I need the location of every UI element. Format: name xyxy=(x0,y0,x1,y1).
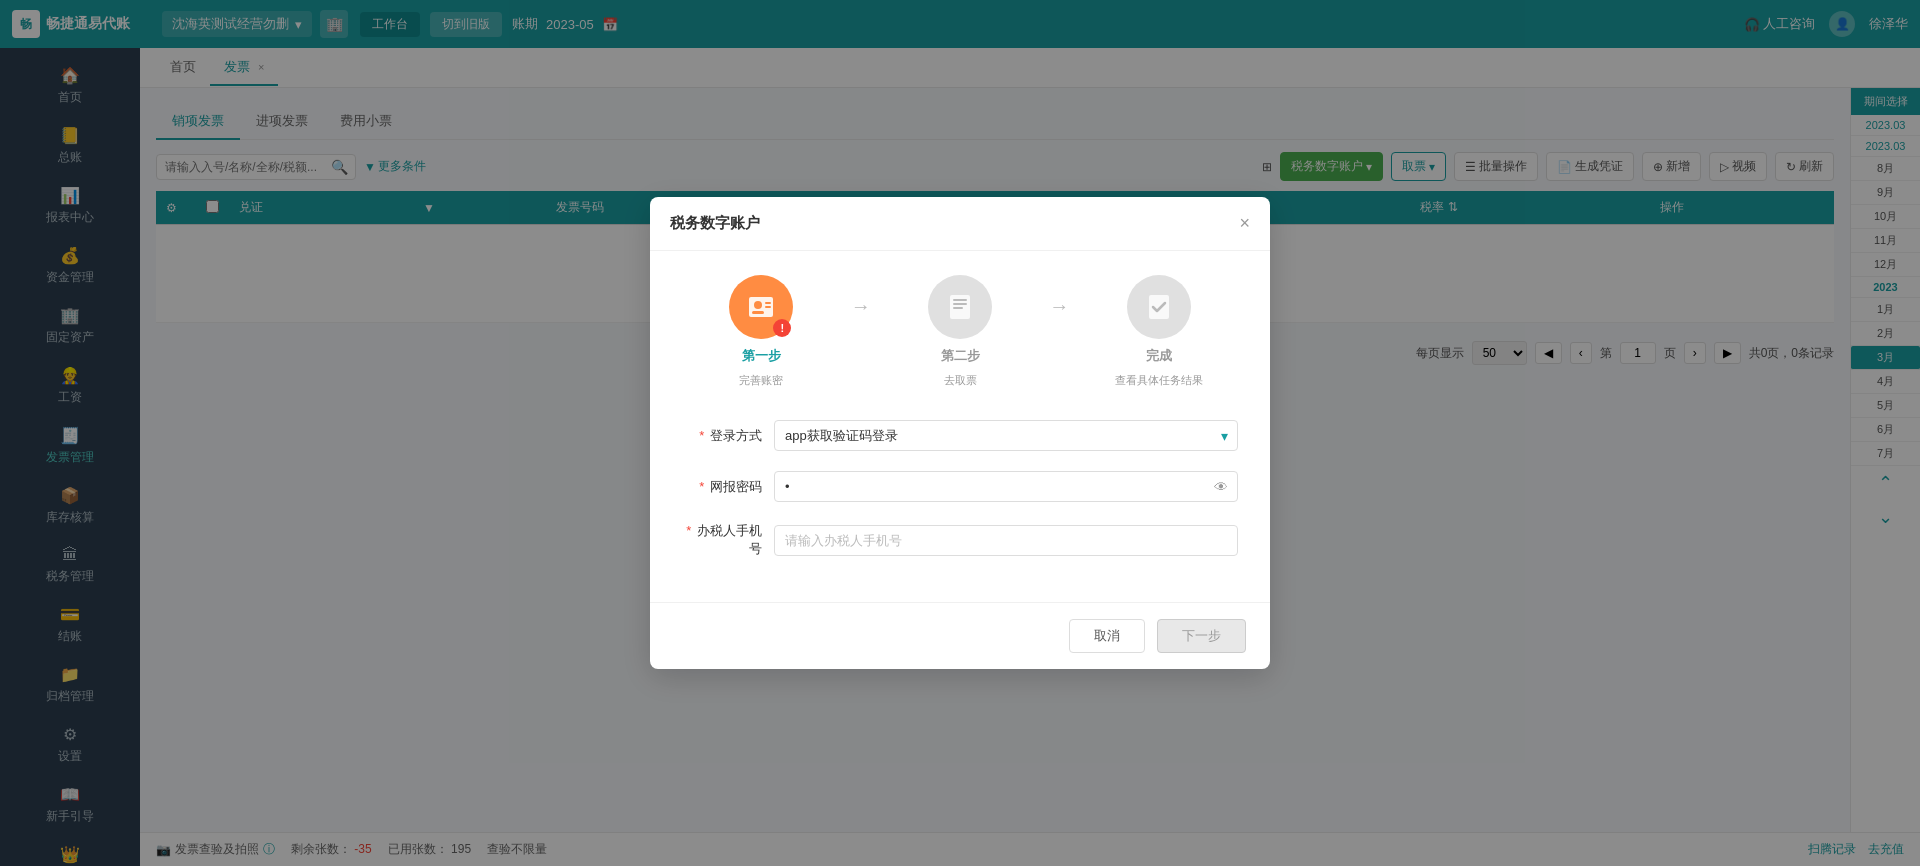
modal-footer: 取消 下一步 xyxy=(650,602,1270,669)
svg-rect-6 xyxy=(953,299,967,301)
step-3-svg xyxy=(1141,289,1177,325)
password-row: * 网报密码 👁 xyxy=(682,471,1238,502)
svg-rect-7 xyxy=(953,303,967,305)
step-1: ! 第一步 完善账密 xyxy=(682,275,841,388)
password-input[interactable] xyxy=(774,471,1238,502)
step-arrow-1: → xyxy=(841,275,881,318)
step-2-label: 第二步 xyxy=(941,347,980,365)
modal-form: * 登录方式 app获取验证码登录 账号密码登录 ▾ * xyxy=(682,420,1238,558)
step-2-icon-bg xyxy=(928,275,992,339)
next-button[interactable]: 下一步 xyxy=(1157,619,1246,653)
step-2-svg xyxy=(942,289,978,325)
cancel-button[interactable]: 取消 xyxy=(1069,619,1145,653)
modal-overlay: 税务数字账户 × xyxy=(0,0,1920,866)
steps-row: ! 第一步 完善账密 → xyxy=(682,275,1238,388)
step-2-icon-wrap xyxy=(928,275,992,339)
svg-rect-3 xyxy=(765,302,771,304)
step-2: 第二步 去取票 xyxy=(881,275,1040,388)
step-3-icon-wrap xyxy=(1127,275,1191,339)
phone-input[interactable] xyxy=(774,525,1238,556)
svg-rect-4 xyxy=(765,306,771,308)
step-3-desc: 查看具体任务结果 xyxy=(1115,373,1203,388)
step-3: 完成 查看具体任务结果 xyxy=(1079,275,1238,388)
tax-digital-modal: 税务数字账户 × xyxy=(650,197,1270,669)
step-arrow-2: → xyxy=(1039,275,1079,318)
phone-label: * 办税人手机号 xyxy=(682,522,762,558)
login-method-row: * 登录方式 app获取验证码登录 账号密码登录 ▾ xyxy=(682,420,1238,451)
step-1-svg xyxy=(743,289,779,325)
step-3-label: 完成 xyxy=(1146,347,1172,365)
modal-body: ! 第一步 完善账密 → xyxy=(650,251,1270,602)
svg-rect-8 xyxy=(953,307,963,309)
eye-icon[interactable]: 👁 xyxy=(1214,479,1228,495)
modal-header: 税务数字账户 × xyxy=(650,197,1270,251)
step-1-error-badge: ! xyxy=(773,319,791,337)
password-control: 👁 xyxy=(774,471,1238,502)
login-method-select[interactable]: app获取验证码登录 账号密码登录 xyxy=(774,420,1238,451)
password-label: * 网报密码 xyxy=(682,478,762,496)
login-method-label: * 登录方式 xyxy=(682,427,762,445)
modal-close-button[interactable]: × xyxy=(1239,213,1250,234)
modal-title: 税务数字账户 xyxy=(670,214,760,233)
step-1-label: 第一步 xyxy=(742,347,781,365)
phone-row: * 办税人手机号 xyxy=(682,522,1238,558)
phone-control xyxy=(774,525,1238,556)
step-1-desc: 完善账密 xyxy=(739,373,783,388)
step-3-icon-bg xyxy=(1127,275,1191,339)
svg-rect-2 xyxy=(752,311,764,314)
svg-point-1 xyxy=(754,301,762,309)
login-method-control: app获取验证码登录 账号密码登录 ▾ xyxy=(774,420,1238,451)
step-2-desc: 去取票 xyxy=(944,373,977,388)
step-1-icon-wrap: ! xyxy=(729,275,793,339)
